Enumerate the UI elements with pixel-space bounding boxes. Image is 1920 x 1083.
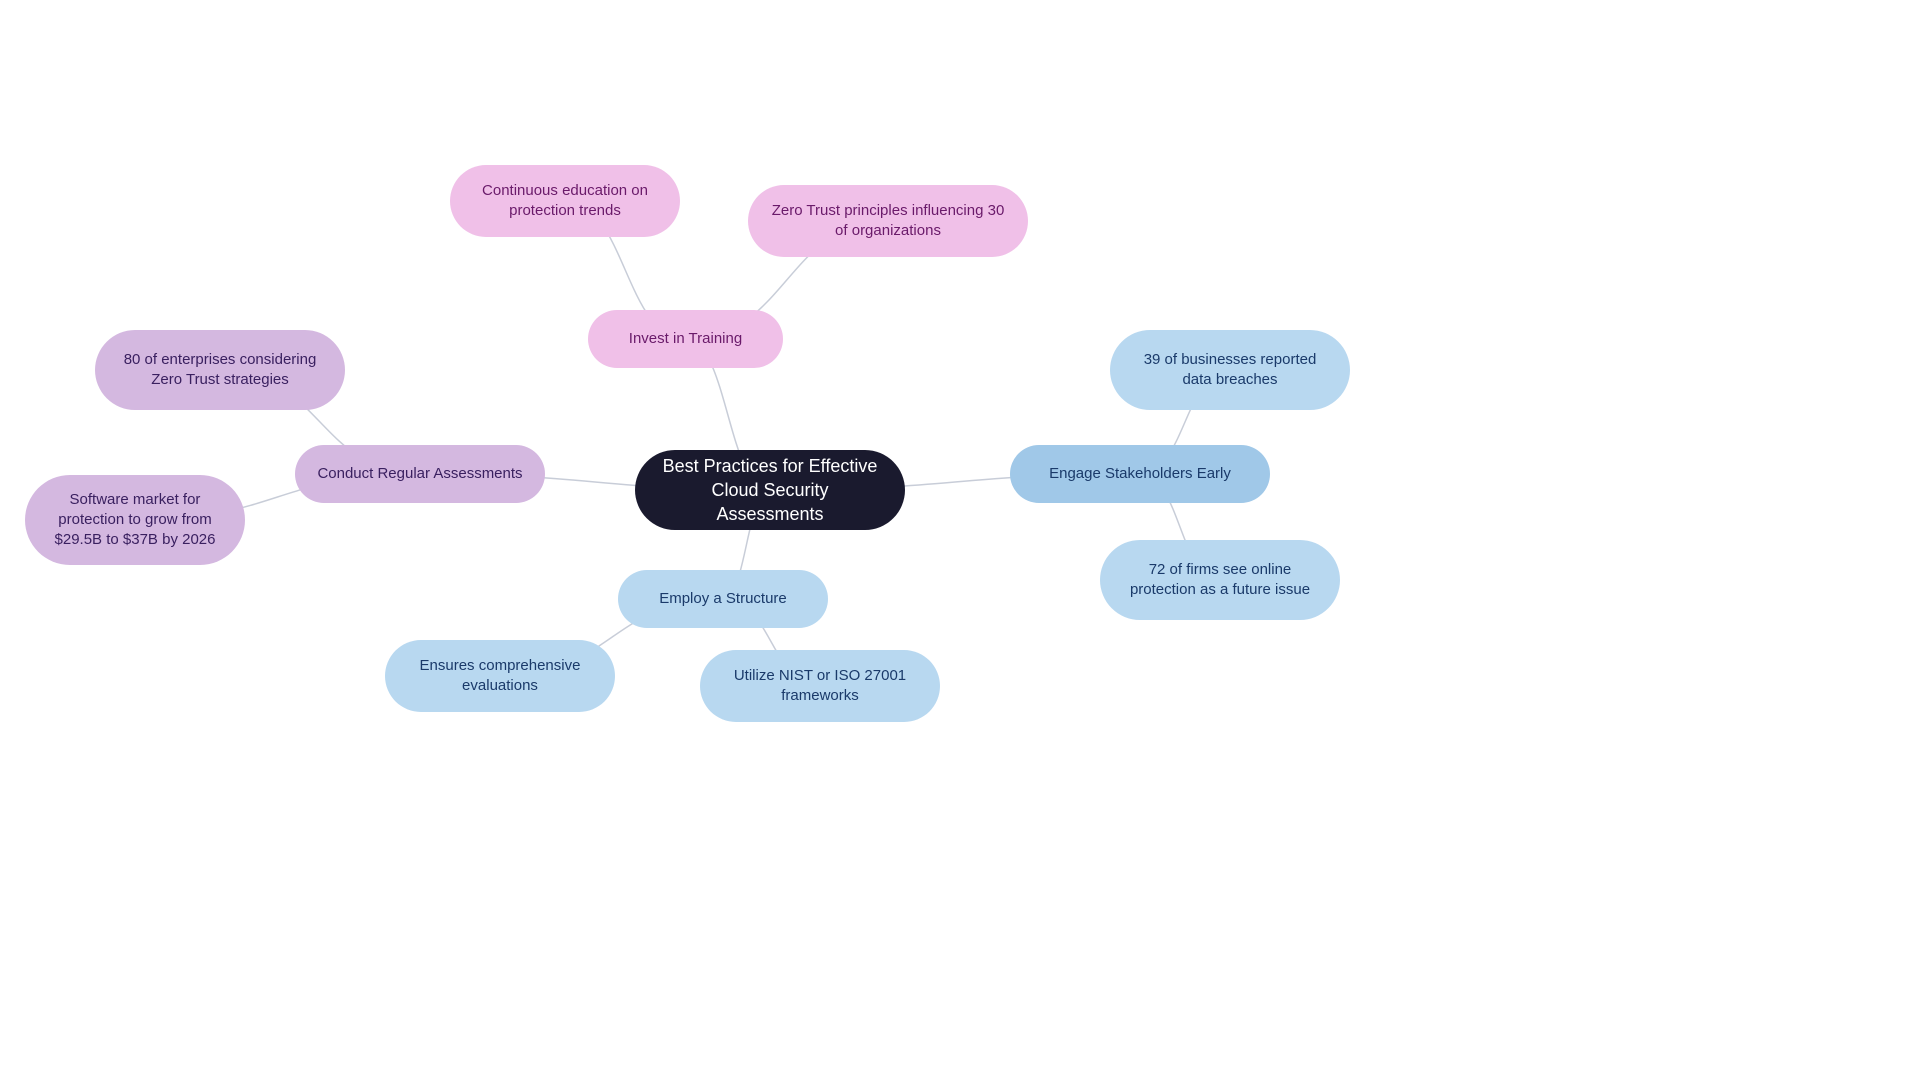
node-investTraining: Invest in Training bbox=[588, 310, 783, 368]
node-zeroTrustInfluencing: Zero Trust principles influencing 30 of … bbox=[748, 185, 1028, 257]
node-center: Best Practices for Effective Cloud Secur… bbox=[635, 450, 905, 530]
node-conductAssessments: Conduct Regular Assessments bbox=[295, 445, 545, 503]
node-employStructure: Employ a Structure bbox=[618, 570, 828, 628]
node-continuousEd: Continuous education on protection trend… bbox=[450, 165, 680, 237]
mindmap-connections bbox=[0, 0, 1920, 1083]
node-ensures: Ensures comprehensive evaluations bbox=[385, 640, 615, 712]
node-softwareMarket: Software market for protection to grow f… bbox=[25, 475, 245, 565]
node-nist: Utilize NIST or ISO 27001 frameworks bbox=[700, 650, 940, 722]
node-businesses39: 39 of businesses reported data breaches bbox=[1110, 330, 1350, 410]
node-firms72: 72 of firms see online protection as a f… bbox=[1100, 540, 1340, 620]
node-enterprises80: 80 of enterprises considering Zero Trust… bbox=[95, 330, 345, 410]
node-engageStakeholders: Engage Stakeholders Early bbox=[1010, 445, 1270, 503]
